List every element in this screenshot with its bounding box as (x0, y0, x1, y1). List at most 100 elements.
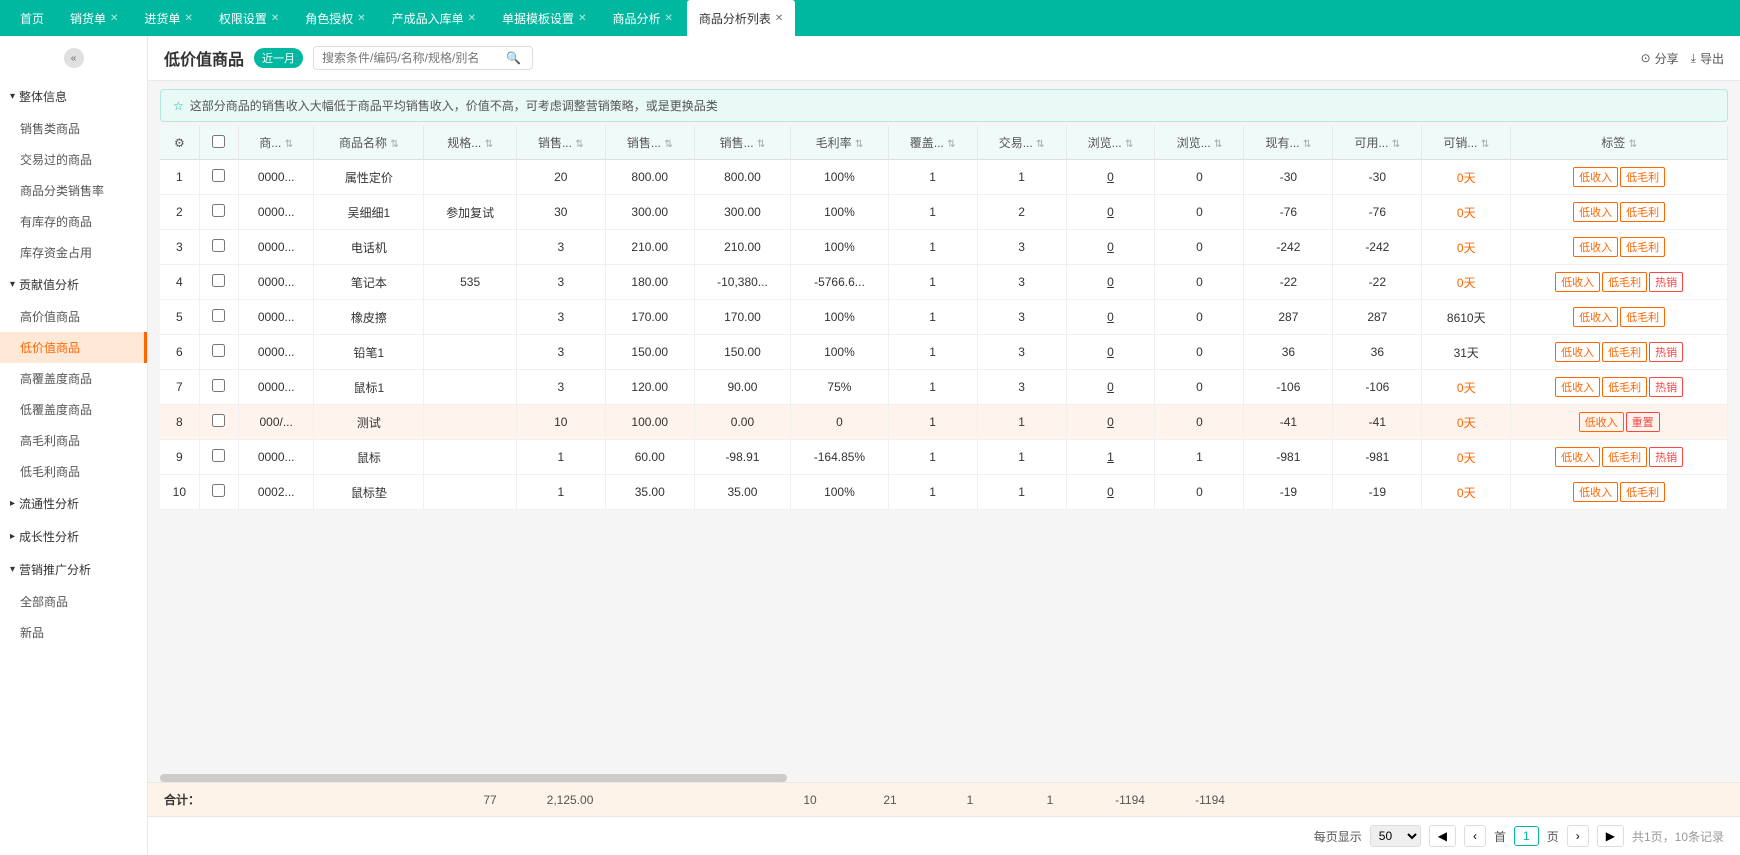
sidebar-item-inventory-capital[interactable]: 库存资金占用 (0, 237, 147, 268)
table-row[interactable]: 4 0000... 笔记本 535 3 180.00 -10,380... -5… (160, 265, 1728, 300)
nav-production[interactable]: 产成品入库单 ✕ (380, 0, 488, 36)
browse-link[interactable]: 0 (1107, 485, 1114, 499)
col-trade[interactable]: 交易... ⇅ (977, 126, 1066, 160)
col-qty[interactable]: 销售... ⇅ (516, 126, 605, 160)
row-checkbox[interactable] (212, 344, 225, 357)
row-checkbox[interactable] (212, 379, 225, 392)
row-checkbox[interactable] (212, 239, 225, 252)
col-amount2[interactable]: 销售... ⇅ (694, 126, 790, 160)
scrollbar-thumb[interactable] (160, 774, 787, 782)
sidebar-group-contribution[interactable]: ▾ 贡献值分析 (0, 268, 147, 301)
browse-link[interactable]: 0 (1107, 205, 1114, 219)
row-check[interactable] (199, 300, 238, 335)
nav-home[interactable]: 首页 (8, 0, 56, 36)
col-current[interactable]: 现有... ⇅ (1244, 126, 1333, 160)
sidebar-item-high-margin[interactable]: 高毛利商品 (0, 425, 147, 456)
row-browse1[interactable]: 0 (1066, 300, 1155, 335)
row-checkbox[interactable] (212, 449, 225, 462)
row-check[interactable] (199, 475, 238, 510)
browse-link[interactable]: 0 (1107, 380, 1114, 394)
sidebar-group-liquidity[interactable]: ▸ 流通性分析 (0, 487, 147, 520)
col-checkbox[interactable] (199, 126, 238, 160)
nav-permissions-close[interactable]: ✕ (271, 13, 279, 24)
browse-link[interactable]: 0 (1107, 170, 1114, 184)
row-browse1[interactable]: 0 (1066, 230, 1155, 265)
sidebar-item-in-stock[interactable]: 有库存的商品 (0, 206, 147, 237)
col-browse2[interactable]: 浏览... ⇅ (1155, 126, 1244, 160)
row-check[interactable] (199, 440, 238, 475)
browse-link[interactable]: 0 (1107, 310, 1114, 324)
nav-product-analysis-close[interactable]: ✕ (664, 13, 672, 24)
table-row[interactable]: 3 0000... 电话机 3 210.00 210.00 100% 1 3 0… (160, 230, 1728, 265)
nav-product-analysis[interactable]: 商品分析 ✕ (600, 0, 684, 36)
row-checkbox[interactable] (212, 274, 225, 287)
col-tags[interactable]: 标签 ⇅ (1511, 126, 1728, 160)
row-checkbox[interactable] (212, 414, 225, 427)
sidebar-group-growth[interactable]: ▸ 成长性分析 (0, 520, 147, 553)
col-saleable[interactable]: 可销... ⇅ (1422, 126, 1511, 160)
sidebar-item-low-margin[interactable]: 低毛利商品 (0, 456, 147, 487)
row-browse1[interactable]: 0 (1066, 370, 1155, 405)
nav-templates[interactable]: 单据模板设置 ✕ (490, 0, 598, 36)
nav-purchase-close[interactable]: ✕ (184, 13, 192, 24)
browse-link[interactable]: 0 (1107, 415, 1114, 429)
browse-link[interactable]: 0 (1107, 275, 1114, 289)
browse-link[interactable]: 0 (1107, 240, 1114, 254)
row-checkbox[interactable] (212, 204, 225, 217)
nav-product-list-close[interactable]: ✕ (775, 13, 783, 24)
nav-roles-close[interactable]: ✕ (357, 13, 365, 24)
next-page-btn[interactable]: › (1567, 825, 1589, 847)
row-browse1[interactable]: 0 (1066, 160, 1155, 195)
export-button[interactable]: ⤓ 导出 (1691, 50, 1724, 67)
share-button[interactable]: ⊙ 分享 (1641, 50, 1679, 67)
nav-sales[interactable]: 销货单 ✕ (58, 0, 130, 36)
first-page-btn[interactable]: ◀ (1429, 825, 1456, 847)
col-amount1[interactable]: 销售... ⇅ (605, 126, 694, 160)
prev-page-btn[interactable]: ‹ (1464, 825, 1486, 847)
col-settings[interactable]: ⚙ (160, 126, 199, 160)
col-cover[interactable]: 覆盖... ⇅ (888, 126, 977, 160)
table-row[interactable]: 5 0000... 橡皮擦 3 170.00 170.00 100% 1 3 0… (160, 300, 1728, 335)
search-input[interactable] (322, 51, 502, 65)
sidebar-item-low-coverage[interactable]: 低覆盖度商品 (0, 394, 147, 425)
table-row[interactable]: 10 0002... 鼠标垫 1 35.00 35.00 100% 1 1 0 … (160, 475, 1728, 510)
col-available[interactable]: 可用... ⇅ (1333, 126, 1422, 160)
sidebar-item-new-products[interactable]: 新品 (0, 617, 147, 648)
browse-link[interactable]: 1 (1107, 450, 1114, 464)
sidebar-group-overall[interactable]: ▾ 整体信息 (0, 80, 147, 113)
search-icon[interactable]: 🔍 (506, 51, 521, 65)
last-page-btn[interactable]: ▶ (1597, 825, 1624, 847)
row-check[interactable] (199, 160, 238, 195)
row-check[interactable] (199, 195, 238, 230)
nav-production-close[interactable]: ✕ (468, 13, 476, 24)
row-check[interactable] (199, 230, 238, 265)
sidebar-item-all-products[interactable]: 全部商品 (0, 586, 147, 617)
period-badge[interactable]: 近一月 (254, 48, 303, 68)
nav-permissions[interactable]: 权限设置 ✕ (207, 0, 291, 36)
sidebar-item-sales-products[interactable]: 销售类商品 (0, 113, 147, 144)
row-browse1[interactable]: 0 (1066, 195, 1155, 230)
row-browse1[interactable]: 0 (1066, 265, 1155, 300)
nav-templates-close[interactable]: ✕ (578, 13, 586, 24)
col-gross[interactable]: 毛利率 ⇅ (791, 126, 888, 160)
col-name[interactable]: 商品名称 ⇅ (314, 126, 424, 160)
sidebar-collapse-btn[interactable]: « (64, 48, 84, 68)
sidebar-item-low-value[interactable]: 低价值商品 (0, 332, 147, 363)
sidebar-item-high-value[interactable]: 高价值商品 (0, 301, 147, 332)
table-row[interactable]: 7 0000... 鼠标1 3 120.00 90.00 75% 1 3 0 0… (160, 370, 1728, 405)
row-browse1[interactable]: 1 (1066, 440, 1155, 475)
table-row[interactable]: 1 0000... 属性定价 20 800.00 800.00 100% 1 1… (160, 160, 1728, 195)
per-page-select[interactable]: 50 100 200 (1370, 825, 1421, 847)
table-row[interactable]: 9 0000... 鼠标 1 60.00 -98.91 -164.85% 1 1… (160, 440, 1728, 475)
col-code[interactable]: 商... ⇅ (239, 126, 314, 160)
sidebar-item-traded[interactable]: 交易过的商品 (0, 144, 147, 175)
horizontal-scrollbar[interactable] (160, 774, 1728, 782)
row-check[interactable] (199, 405, 238, 440)
table-row[interactable]: 8 000/... 测试 10 100.00 0.00 0 1 1 0 0 -4… (160, 405, 1728, 440)
row-check[interactable] (199, 335, 238, 370)
row-check[interactable] (199, 370, 238, 405)
sidebar-item-category-rate[interactable]: 商品分类销售率 (0, 175, 147, 206)
table-wrapper[interactable]: ⚙ 商... ⇅ 商品名称 ⇅ 规格... ⇅ 销售... ⇅ 销售... ⇅ … (160, 126, 1728, 774)
row-browse1[interactable]: 0 (1066, 335, 1155, 370)
nav-product-list[interactable]: 商品分析列表 ✕ (687, 0, 795, 36)
